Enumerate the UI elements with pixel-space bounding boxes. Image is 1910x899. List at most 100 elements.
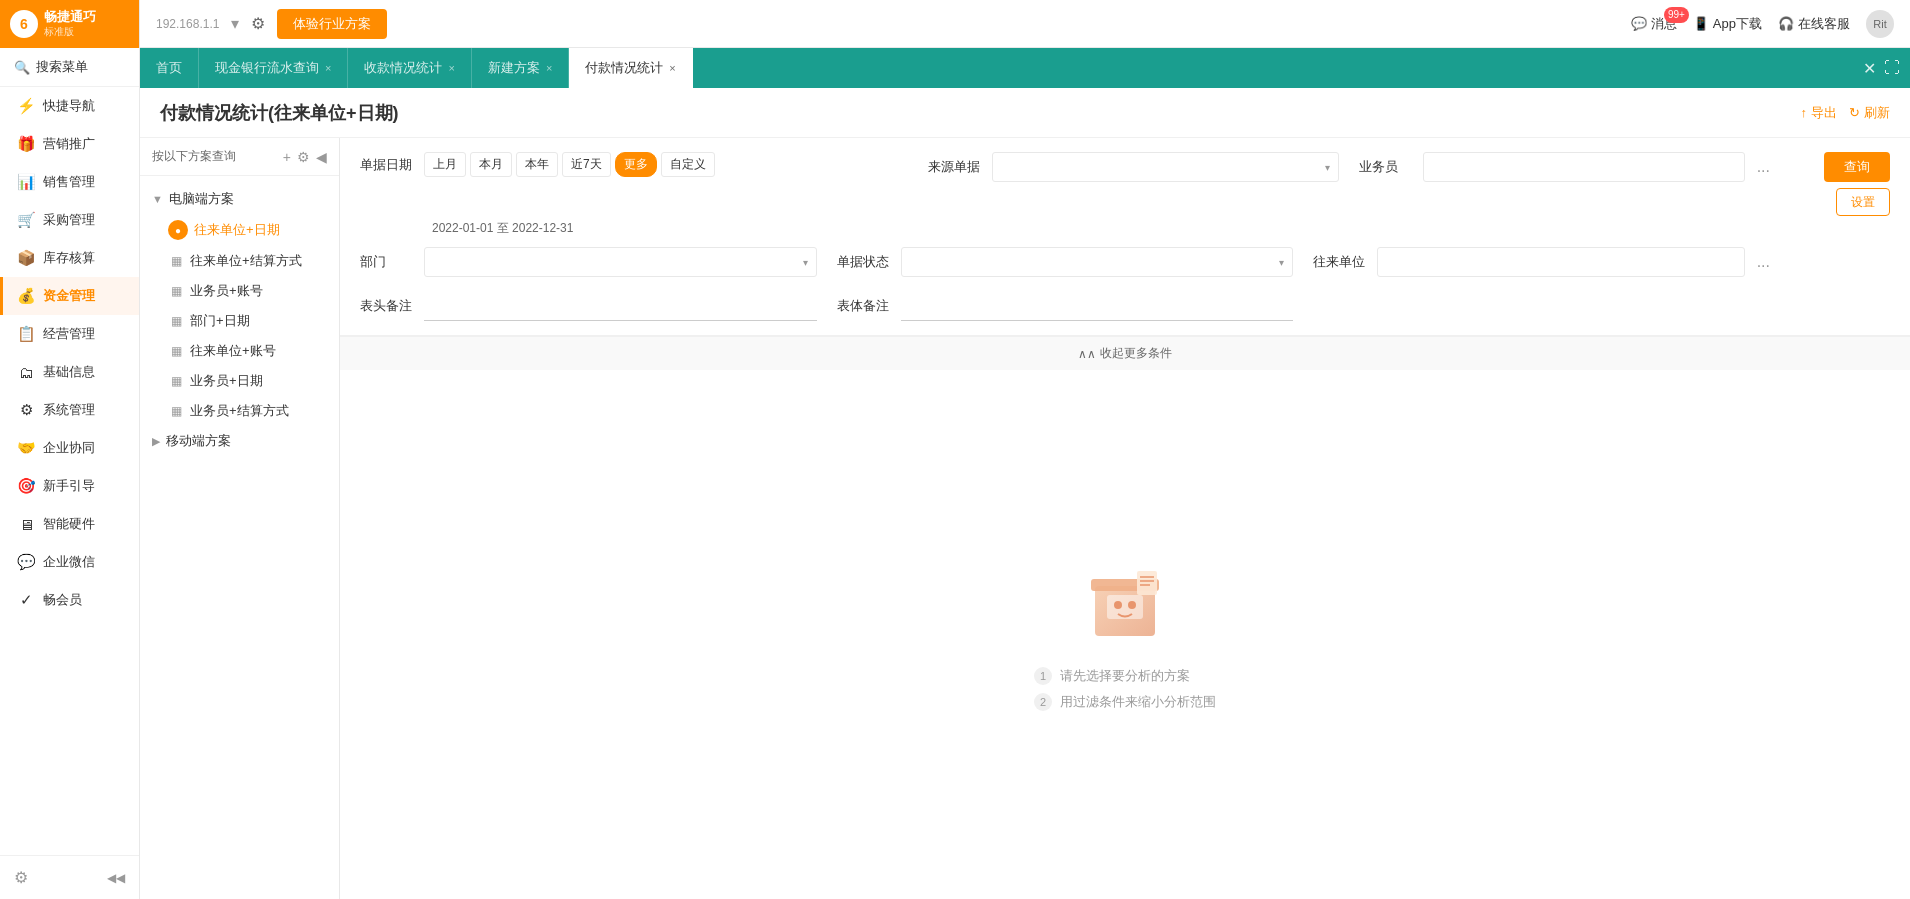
tab-collection-stats[interactable]: 收款情况统计 × [348,48,471,88]
filter-body-note-group: 表体备注 [837,291,1294,321]
counterpart-select[interactable] [1377,247,1744,277]
sidebar-item-sales[interactable]: 📊 销售管理 [0,163,139,201]
sidebar-item-purchase[interactable]: 🛒 采购管理 [0,201,139,239]
sidebar-item-system[interactable]: ⚙ 系统管理 [0,391,139,429]
counterpart-label: 往来单位 [1313,253,1369,271]
scheme-item-staff-account[interactable]: ▦ 业务员+账号 [140,276,339,306]
empty-hint-1: 1 请先选择要分析的方案 [1034,667,1216,685]
tab-bank-flow[interactable]: 现金银行流水查询 × [199,48,348,88]
filter-counterpart-group: 往来单位 ... [1313,247,1770,277]
scheme-item-counterpart-settlement[interactable]: ▦ 往来单位+结算方式 [140,246,339,276]
header-note-input[interactable] [424,291,817,321]
topbar-right: 💬 消息 99+ 📱 App下载 🎧 在线客服 Rit [1631,10,1894,38]
query-button[interactable]: 查询 [1824,152,1890,182]
scheme-item-counterpart-account[interactable]: ▦ 往来单位+账号 [140,336,339,366]
scheme-group-pc[interactable]: ▼ 电脑端方案 [140,184,339,214]
filter-header-note-group: 表头备注 [360,291,817,321]
counterpart-dots[interactable]: ... [1757,253,1770,271]
source-select[interactable]: ▾ [992,152,1339,182]
scheme-item-staff-settlement[interactable]: ▦ 业务员+结算方式 [140,396,339,426]
tab-close-bank-flow[interactable]: × [325,62,331,74]
filter-salesperson-group: 业务员 ... [1359,152,1770,182]
empty-illustration [1075,551,1175,651]
scheme-item-label: 业务员+结算方式 [190,402,289,420]
hint-num-1: 1 [1034,667,1052,685]
header-note-label: 表头备注 [360,297,416,315]
scheme-item-label: 往来单位+结算方式 [190,252,302,270]
date-btn-this-month[interactable]: 本月 [470,152,512,177]
scheme-group-mobile[interactable]: ▶ 移动端方案 [140,426,339,456]
tabs-bar: 首页 现金银行流水查询 × 收款情况统计 × 新建方案 × 付款情况统计 × ✕… [140,48,1910,88]
tab-new-scheme[interactable]: 新建方案 × [472,48,569,88]
date-btn-this-year[interactable]: 本年 [516,152,558,177]
filter-source-group: 来源单据 ▾ [928,152,1339,182]
sidebar-item-guide[interactable]: 🎯 新手引导 [0,467,139,505]
user-profile[interactable]: Rit [1866,10,1894,38]
sidebar-item-basic-info[interactable]: 🗂 基础信息 [0,353,139,391]
tab-payment-stats[interactable]: 付款情况统计 × [569,48,692,88]
topbar-address: 192.168.1.1 [156,17,219,31]
filter-settings-button[interactable]: 设置 [1836,188,1890,216]
nav-icon: 🗂 [17,363,35,381]
search-menu[interactable]: 🔍 搜索菜单 [0,48,139,87]
sidebar-item-finance[interactable]: 💰 资金管理 [0,277,139,315]
add-scheme-button[interactable]: + [283,149,291,165]
body-note-input[interactable] [901,291,1294,321]
nav-icon: 📦 [17,249,35,267]
filter-date-group: 单据日期 上月 本月 本年 近7天 更多 自定义 [360,152,908,177]
export-button[interactable]: ↑ 导出 [1801,104,1838,122]
sidebar-item-marketing[interactable]: 🎁 营销推广 [0,125,139,163]
message-icon: 💬 [1631,16,1647,31]
topbar: 192.168.1.1 ▾ ⚙ 体验行业方案 💬 消息 99+ 📱 App下载 … [140,0,1910,48]
date-btn-last-month[interactable]: 上月 [424,152,466,177]
nav-icon: 📋 [17,325,35,343]
sidebar-item-member[interactable]: ✓ 畅会员 [0,581,139,619]
dept-select[interactable]: ▾ [424,247,817,277]
messages-badge[interactable]: 💬 消息 99+ [1631,15,1677,33]
tab-close-new-scheme[interactable]: × [546,62,552,74]
select-arrow-icon: ▾ [1279,257,1284,268]
nav-icon: 🖥 [17,515,35,533]
svg-point-3 [1114,601,1122,609]
hint-num-2: 2 [1034,693,1052,711]
online-service[interactable]: 🎧 在线客服 [1778,15,1850,33]
date-btn-more[interactable]: 更多 [615,152,657,177]
trial-button[interactable]: 体验行业方案 [277,9,387,39]
scheme-item-staff-date[interactable]: ▦ 业务员+日期 [140,366,339,396]
collapse-label: 收起更多条件 [1100,345,1172,362]
collapse-filter-bar[interactable]: ∧∧ 收起更多条件 [340,336,1910,370]
nav-icon: ⚡ [17,97,35,115]
sidebar-item-quick-nav[interactable]: ⚡ 快捷导航 [0,87,139,125]
scheme-item-dept-date[interactable]: ▦ 部门+日期 [140,306,339,336]
select-arrow-icon: ▾ [1325,162,1330,173]
scheme-item-counterpart-date[interactable]: ● 往来单位+日期 [140,214,339,246]
panel-settings-icon[interactable]: ⚙ [297,149,310,165]
tab-close-collection[interactable]: × [448,62,454,74]
sidebar-item-weixin[interactable]: 💬 企业微信 [0,543,139,581]
topbar-settings-icon[interactable]: ⚙ [251,14,265,33]
tab-close-payment[interactable]: × [669,62,675,74]
date-btn-last-7-days[interactable]: 近7天 [562,152,611,177]
panel-collapse-button[interactable]: ◀ [316,149,327,165]
footer-collapse-icon[interactable]: ◀◀ [107,871,125,885]
scheme-item-label: 部门+日期 [190,312,250,330]
date-btn-custom[interactable]: 自定义 [661,152,715,177]
sidebar-item-inventory[interactable]: 📦 库存核算 [0,239,139,277]
tab-home[interactable]: 首页 [140,48,199,88]
app-download[interactable]: 📱 App下载 [1693,15,1762,33]
tab-expand-icon[interactable]: ⛶ [1884,59,1900,77]
salesperson-select[interactable] [1423,152,1745,182]
footer-settings-icon[interactable]: ⚙ [14,868,28,887]
app-icon: 📱 [1693,16,1709,31]
refresh-button[interactable]: ↻ 刷新 [1849,104,1890,122]
salesperson-dots[interactable]: ... [1757,158,1770,176]
sidebar-item-operations[interactable]: 📋 经营管理 [0,315,139,353]
sidebar-item-enterprise[interactable]: 🤝 企业协同 [0,429,139,467]
tab-close-all-icon[interactable]: ✕ [1863,59,1876,78]
page-header: 付款情况统计(往来单位+日期) ↑ 导出 ↻ 刷新 [140,88,1910,138]
sidebar-item-hardware[interactable]: 🖥 智能硬件 [0,505,139,543]
chevron-down-icon: ▼ [152,193,163,205]
topbar-dropdown-icon[interactable]: ▾ [231,14,239,33]
docstatus-select[interactable]: ▾ [901,247,1294,277]
group-label: 移动端方案 [166,432,231,450]
